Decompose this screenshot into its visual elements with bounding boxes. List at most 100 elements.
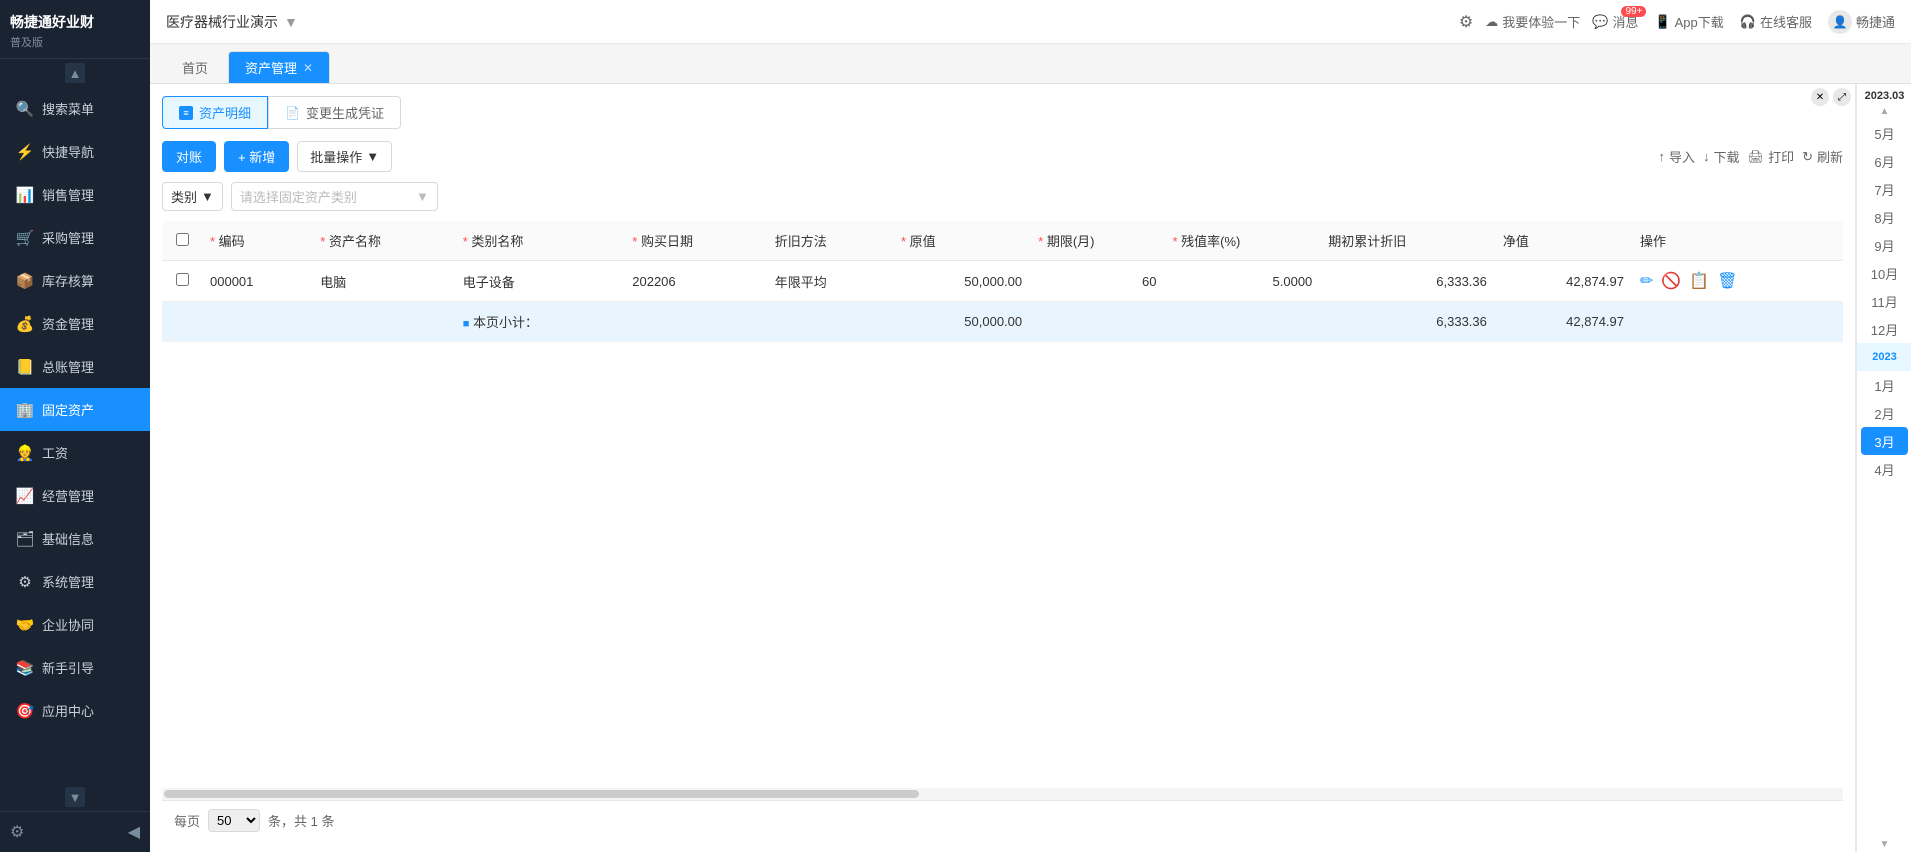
month-item-prev-12[interactable]: 12月: [1857, 315, 1911, 343]
gear-icon[interactable]: ⚙: [1459, 12, 1473, 32]
subtotal-original-value: 50,000.00: [893, 302, 1030, 342]
month-item-prev-6[interactable]: 6月: [1857, 147, 1911, 175]
content-main: ≡ 资产明细 📄 变更生成凭证 对账 + 新增 批量操作 ▼ ↑: [150, 84, 1855, 852]
sidebar-item-system[interactable]: ⚙ 系统管理: [0, 560, 150, 603]
month-item-2[interactable]: 2月: [1857, 399, 1911, 427]
filter-chevron: ▼: [201, 189, 214, 204]
select-all-checkbox[interactable]: [176, 233, 189, 246]
collapse-icon[interactable]: ◀: [128, 822, 140, 842]
month-item-1[interactable]: 1月: [1857, 371, 1911, 399]
month-item-3[interactable]: 3月: [1861, 427, 1908, 455]
page-size-select[interactable]: 50 100 200: [208, 809, 260, 832]
sidebar-label-ledger: 总账管理: [42, 357, 94, 376]
sidebar-item-ledger[interactable]: 📒总账管理: [0, 345, 150, 388]
row-checkbox-cell: [162, 261, 202, 302]
sidebar-label-system: 系统管理: [42, 572, 94, 591]
subtotal-net-value: 42,874.97: [1495, 302, 1632, 342]
sidebar-item-inventory[interactable]: 📦库存核算: [0, 259, 150, 302]
sidebar-item-fixedasset[interactable]: 🏢固定资产: [0, 388, 150, 431]
col-depreciation-method: 折旧方法: [767, 221, 893, 261]
system-icon: ⚙: [16, 573, 34, 591]
sidebar-item-salary[interactable]: 👷 工资: [0, 431, 150, 474]
month-item-prev-11[interactable]: 11月: [1857, 287, 1911, 315]
sidebar-item-finance[interactable]: 💰资金管理: [0, 302, 150, 345]
edit-button[interactable]: ✏: [1640, 271, 1653, 291]
sidebar-item-biz[interactable]: 📈经营管理: [0, 474, 150, 517]
sidebar-item-quicknav[interactable]: ⚡快捷导航: [0, 130, 150, 173]
category-select[interactable]: 类别 ▼: [162, 182, 223, 211]
sidebar-item-search[interactable]: 🔍搜索菜单: [0, 87, 150, 130]
h-scrollbar[interactable]: [162, 788, 1843, 800]
settings-icon[interactable]: ⚙: [10, 822, 24, 842]
user-avatar: 👤: [1828, 10, 1852, 34]
tab-asset-mgmt[interactable]: 资产管理 ✕: [228, 51, 330, 83]
sidebar-label-quicknav: 快捷导航: [42, 142, 94, 161]
sales-icon: 📊: [16, 186, 34, 204]
service-icon: 🎧: [1740, 14, 1756, 30]
pagination: 每页 50 100 200 条，共 1 条: [162, 800, 1843, 840]
message-badge: 99+: [1621, 6, 1646, 17]
download-button[interactable]: ↓ 下载: [1703, 147, 1740, 166]
expand-panel-icon[interactable]: ⤢: [1833, 88, 1851, 106]
col-action: 操作: [1632, 221, 1843, 261]
import-button[interactable]: ↑ 导入: [1659, 147, 1696, 166]
month-list: 5月6月7月8月9月10月11月12月20231月2月3月4月: [1857, 119, 1911, 837]
company-chevron[interactable]: ▼: [284, 14, 298, 30]
sidebar-item-guide[interactable]: 📚新手引导: [0, 646, 150, 689]
cell-original-value: 50,000.00: [893, 261, 1030, 302]
sidebar-item-purchase[interactable]: 🛒采购管理: [0, 216, 150, 259]
tabbar: 首页 资产管理 ✕: [150, 44, 1911, 84]
month-item-prev-5[interactable]: 5月: [1857, 119, 1911, 147]
sidebar-scroll-down[interactable]: ▼: [65, 787, 85, 807]
sidebar-item-basic[interactable]: 🗂基础信息: [0, 517, 150, 560]
delete-button[interactable]: 🗑: [1717, 271, 1737, 291]
subtotal-initial-accum-depr: 6,333.36: [1320, 302, 1495, 342]
year-month-label: 2023.03: [1857, 84, 1911, 104]
row-checkbox[interactable]: [176, 273, 189, 286]
date-panel: ✕ ⤢ 2023.03 ▲ 5月6月7月8月9月10月11月12月20231月2…: [1855, 84, 1911, 852]
disable-button[interactable]: 🚫: [1661, 271, 1681, 291]
salary-icon: 👷: [16, 444, 34, 462]
copy-button[interactable]: 📋: [1689, 271, 1709, 291]
panel-scroll-up[interactable]: ▲: [1857, 104, 1911, 119]
add-new-button[interactable]: + 新增: [224, 141, 289, 172]
batch-ops-button[interactable]: 批量操作 ▼: [297, 141, 392, 172]
sidebar-item-appstore[interactable]: 🎯应用中心: [0, 689, 150, 732]
message-btn[interactable]: 💬 消息 99+: [1592, 12, 1638, 31]
col-category: * 类别名称: [455, 221, 625, 261]
sub-tab-change-voucher[interactable]: 📄 变更生成凭证: [268, 96, 401, 129]
month-item-prev-9[interactable]: 9月: [1857, 231, 1911, 259]
close-panel-icon[interactable]: ✕: [1811, 88, 1829, 106]
col-code: * 编码: [202, 221, 312, 261]
sidebar-nav: 🔍搜索菜单⚡快捷导航📊销售管理🛒采购管理📦库存核算💰资金管理📒总账管理🏢固定资产…: [0, 87, 150, 783]
asset-table: * 编码 * 资产名称 * 类别名称 * 购买日期 折旧方法 * 原值 * 期限…: [162, 221, 1843, 342]
reconcile-button[interactable]: 对账: [162, 141, 216, 172]
category-input[interactable]: 请选择固定资产类别 ▼: [231, 182, 438, 211]
print-button[interactable]: 🖨 打印: [1748, 147, 1795, 166]
month-item-prev-10[interactable]: 10月: [1857, 259, 1911, 287]
tab-close-icon[interactable]: ✕: [303, 61, 313, 75]
sub-tab-asset-detail[interactable]: ≡ 资产明细: [162, 96, 268, 129]
cloud-experience[interactable]: ☁ 我要体验一下: [1485, 12, 1580, 31]
cell-initial-accum-depr: 6,333.36: [1320, 261, 1495, 302]
sidebar-item-collab[interactable]: 🤝企业协同: [0, 603, 150, 646]
sidebar-item-sales[interactable]: 📊销售管理: [0, 173, 150, 216]
h-scroll-thumb[interactable]: [164, 790, 919, 798]
sidebar-scroll-up[interactable]: ▲: [65, 63, 85, 83]
month-item-prev-7[interactable]: 7月: [1857, 175, 1911, 203]
month-item-4[interactable]: 4月: [1857, 455, 1911, 483]
version-label: 普及版: [10, 34, 140, 50]
panel-scroll-down[interactable]: ▼: [1857, 837, 1911, 852]
refresh-button[interactable]: ↻ 刷新: [1802, 147, 1843, 166]
col-residual-rate: * 残值率(%): [1164, 221, 1320, 261]
tab-home[interactable]: 首页: [166, 51, 224, 83]
sidebar-label-salary: 工资: [42, 443, 68, 462]
app-download-btn[interactable]: 📱 App下载: [1654, 12, 1723, 31]
collab-icon: 🤝: [16, 616, 34, 634]
refresh-icon: ↻: [1802, 149, 1813, 165]
online-service-btn[interactable]: 🎧 在线客服: [1740, 12, 1812, 31]
cell-net-value: 42,874.97: [1495, 261, 1632, 302]
month-item-prev-8[interactable]: 8月: [1857, 203, 1911, 231]
cloud-icon: ☁: [1485, 14, 1498, 30]
user-menu[interactable]: 👤 畅捷通: [1828, 10, 1895, 34]
